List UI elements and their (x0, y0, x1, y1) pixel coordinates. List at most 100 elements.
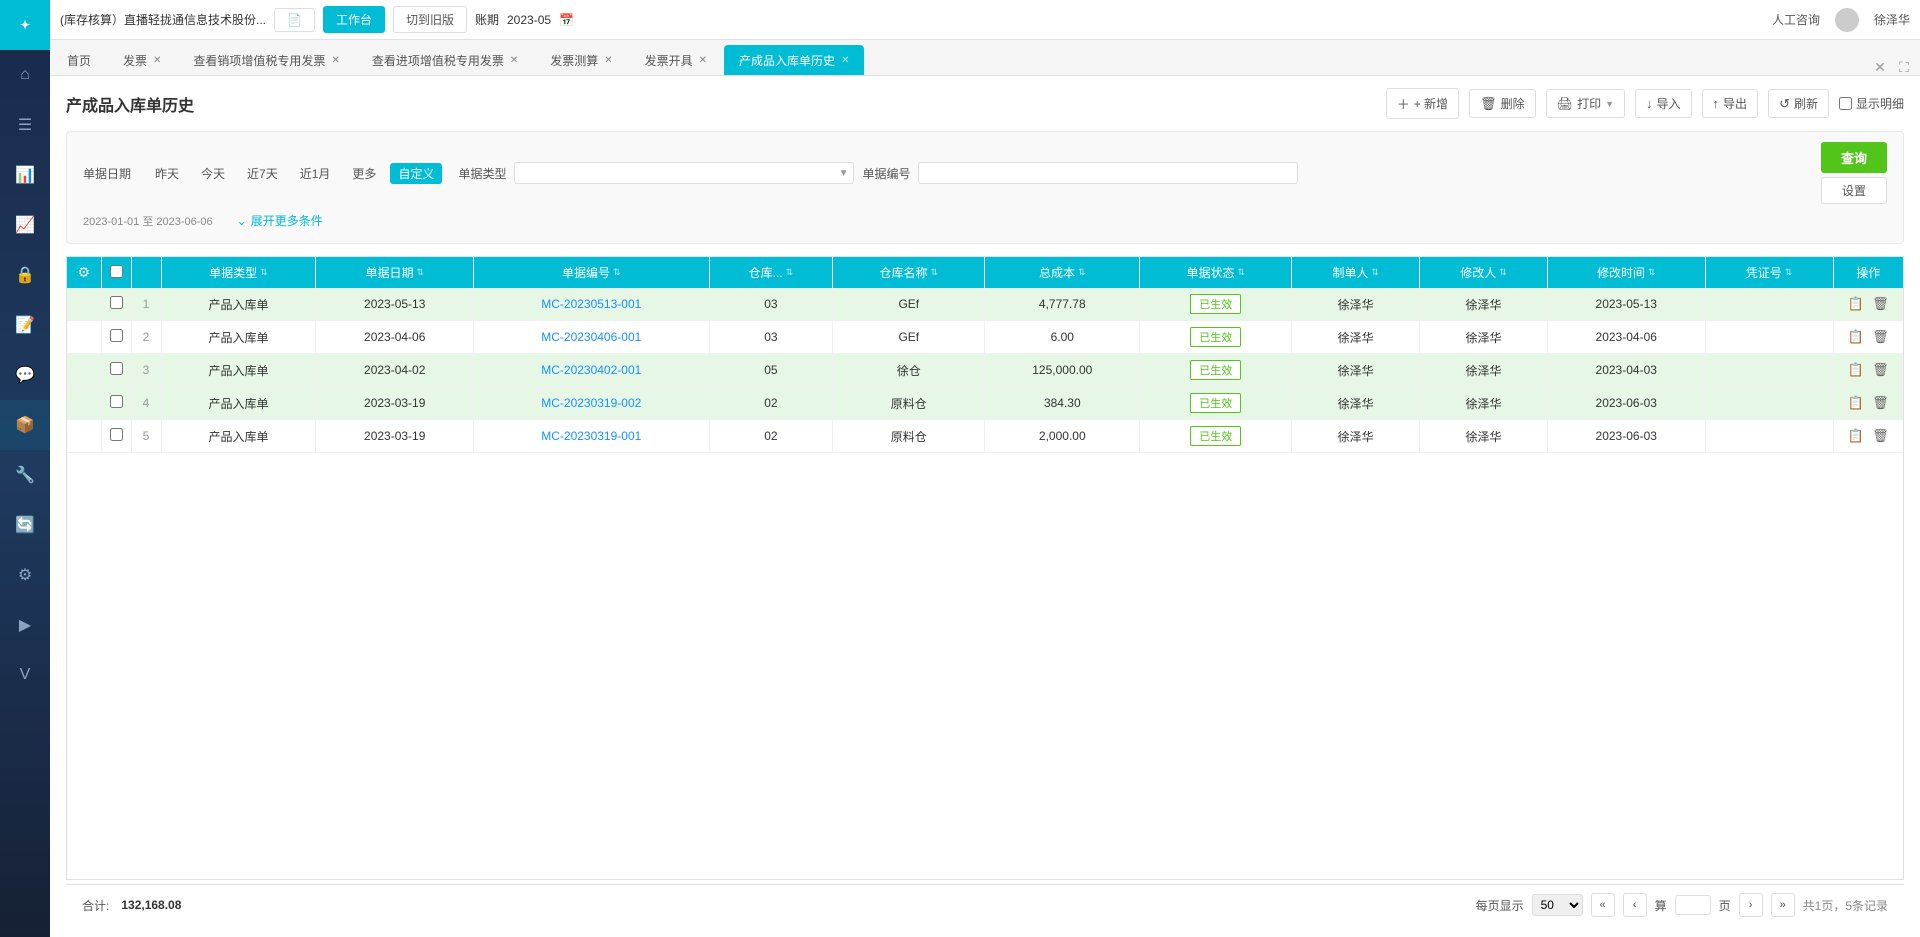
tab-close-open-invoice[interactable]: ✕ (699, 55, 707, 66)
support-btn[interactable]: 人工咨询 (1772, 11, 1820, 28)
tab-close-sales-vat[interactable]: ✕ (331, 55, 339, 66)
row-checkbox[interactable] (110, 362, 123, 375)
tab-home[interactable]: 首页 (52, 45, 106, 75)
th-total-cost[interactable]: 总成本⇅ (985, 257, 1140, 288)
doc-btn[interactable]: 📄 (274, 8, 315, 32)
number-link[interactable]: MC-20230406-001 (541, 330, 641, 344)
set-btn[interactable]: 设置 (1821, 177, 1887, 204)
th-type[interactable]: 单据类型⇅ (161, 257, 316, 288)
prev-page-btn[interactable]: ‹ (1623, 893, 1647, 917)
tab-close-input-vat[interactable]: ✕ (510, 55, 518, 66)
number-link[interactable]: MC-20230402-001 (541, 363, 641, 377)
th-status[interactable]: 单据状态⇅ (1140, 257, 1292, 288)
td-checkbox[interactable] (101, 420, 131, 453)
row-checkbox[interactable] (110, 329, 123, 342)
shortcut-yesterday[interactable]: 昨天 (147, 163, 187, 184)
shortcut-more[interactable]: 更多 (344, 163, 384, 184)
sidebar-item-home[interactable]: ⌂ (0, 50, 50, 100)
th-voucher[interactable]: 凭证号⇅ (1705, 257, 1833, 288)
first-page-btn[interactable]: « (1591, 893, 1615, 917)
td-number[interactable]: MC-20230402-001 (474, 354, 709, 387)
th-warehouse-name[interactable]: 仓库名称⇅ (833, 257, 985, 288)
tab-product-history[interactable]: 产成品入库单历史 ✕ (724, 45, 864, 75)
minimize-btn[interactable]: ✕ (1872, 59, 1888, 75)
calendar-icon[interactable]: 📅 (559, 13, 574, 27)
import-btn[interactable]: ↓ 导入 (1635, 89, 1692, 118)
sidebar-item-v[interactable]: V (0, 650, 50, 700)
query-btn[interactable]: 查询 (1821, 142, 1887, 173)
view-icon[interactable]: 📋 (1848, 395, 1864, 411)
view-icon[interactable]: 📋 (1848, 329, 1864, 345)
tab-sales-vat[interactable]: 查看销项增值税专用发票 ✕ (178, 45, 354, 75)
sidebar-item-menu[interactable]: ☰ (0, 100, 50, 150)
export-btn[interactable]: ↑ 导出 (1702, 89, 1759, 118)
view-icon[interactable]: 📋 (1848, 296, 1864, 312)
last-page-btn[interactable]: » (1771, 893, 1795, 917)
new-btn[interactable]: ＋ + 新增 (1386, 88, 1459, 119)
th-number[interactable]: 单据编号⇅ (474, 257, 709, 288)
td-number[interactable]: MC-20230319-002 (474, 387, 709, 420)
show-detail-checkbox[interactable]: 显示明细 (1839, 95, 1904, 112)
sidebar-item-security[interactable]: 🔒 (0, 250, 50, 300)
th-warehouse-code[interactable]: 仓库...⇅ (709, 257, 833, 288)
sidebar-item-report[interactable]: 📈 (0, 200, 50, 250)
sidebar-item-sync[interactable]: 🔄 (0, 500, 50, 550)
next-page-btn[interactable]: › (1739, 893, 1763, 917)
th-settings[interactable]: ⚙ (67, 257, 101, 288)
sidebar-item-tools[interactable]: 🔧 (0, 450, 50, 500)
sidebar-item-play[interactable]: ▶ (0, 600, 50, 650)
expand-more-btn[interactable]: ⌄ 展开更多条件 (229, 208, 331, 233)
settings-icon[interactable]: ⚙ (77, 264, 90, 280)
trash-icon[interactable]: 🗑 (1872, 362, 1889, 378)
td-checkbox[interactable] (101, 354, 131, 387)
td-number[interactable]: MC-20230319-001 (474, 420, 709, 453)
td-checkbox[interactable] (101, 387, 131, 420)
row-checkbox[interactable] (110, 428, 123, 441)
tab-invoice[interactable]: 发票 ✕ (108, 45, 176, 75)
shortcut-7days[interactable]: 近7天 (239, 163, 286, 184)
row-checkbox[interactable] (110, 296, 123, 309)
delete-btn[interactable]: 🗑 删除 (1469, 89, 1536, 118)
th-creator[interactable]: 制单人⇅ (1292, 257, 1420, 288)
tab-calc[interactable]: 发票测算 ✕ (535, 45, 627, 75)
trash-icon[interactable]: 🗑 (1872, 428, 1889, 444)
refresh-btn[interactable]: ↺ 刷新 (1768, 89, 1829, 118)
number-link[interactable]: MC-20230513-001 (541, 297, 641, 311)
sidebar-item-settings[interactable]: ⚙ (0, 550, 50, 600)
view-icon[interactable]: 📋 (1848, 428, 1864, 444)
number-filter-input[interactable] (918, 162, 1298, 184)
tab-close-calc[interactable]: ✕ (604, 55, 612, 66)
tab-close-invoice[interactable]: ✕ (153, 55, 161, 66)
type-select[interactable]: 产品入库单 (514, 162, 854, 184)
th-modifier[interactable]: 修改人⇅ (1420, 257, 1548, 288)
switch-btn[interactable]: 切到旧版 (393, 6, 467, 33)
td-number[interactable]: MC-20230513-001 (474, 288, 709, 321)
row-checkbox[interactable] (110, 395, 123, 408)
trash-icon[interactable]: 🗑 (1872, 296, 1889, 312)
tab-input-vat[interactable]: 查看进项增值税专用发票 ✕ (357, 45, 533, 75)
show-detail-input[interactable] (1839, 97, 1852, 110)
view-icon[interactable]: 📋 (1848, 362, 1864, 378)
th-date[interactable]: 单据日期⇅ (316, 257, 474, 288)
tab-open-invoice[interactable]: 发票开具 ✕ (630, 45, 722, 75)
th-checkbox[interactable] (101, 257, 131, 288)
shortcut-today[interactable]: 今天 (193, 163, 233, 184)
sidebar-item-notes[interactable]: 📝 (0, 300, 50, 350)
page-input[interactable]: 1 (1675, 895, 1711, 915)
workbench-btn[interactable]: 工作台 (323, 6, 385, 33)
td-checkbox[interactable] (101, 321, 131, 354)
sidebar-item-messages[interactable]: 💬 (0, 350, 50, 400)
select-all-checkbox[interactable] (110, 265, 123, 278)
maximize-btn[interactable]: ⛶ (1896, 59, 1912, 75)
per-page-select[interactable]: 50 100 200 (1532, 894, 1583, 916)
print-dropdown-icon[interactable]: ▼ (1605, 99, 1614, 109)
number-link[interactable]: MC-20230319-002 (541, 396, 641, 410)
print-btn[interactable]: 🖨 打印 ▼ (1546, 89, 1625, 118)
sidebar-item-chart[interactable]: 📊 (0, 150, 50, 200)
trash-icon[interactable]: 🗑 (1872, 395, 1889, 411)
number-link[interactable]: MC-20230319-001 (541, 429, 641, 443)
th-modify-time[interactable]: 修改时间⇅ (1547, 257, 1705, 288)
shortcut-custom[interactable]: 自定义 (390, 163, 442, 184)
td-checkbox[interactable] (101, 288, 131, 321)
shortcut-1month[interactable]: 近1月 (292, 163, 339, 184)
